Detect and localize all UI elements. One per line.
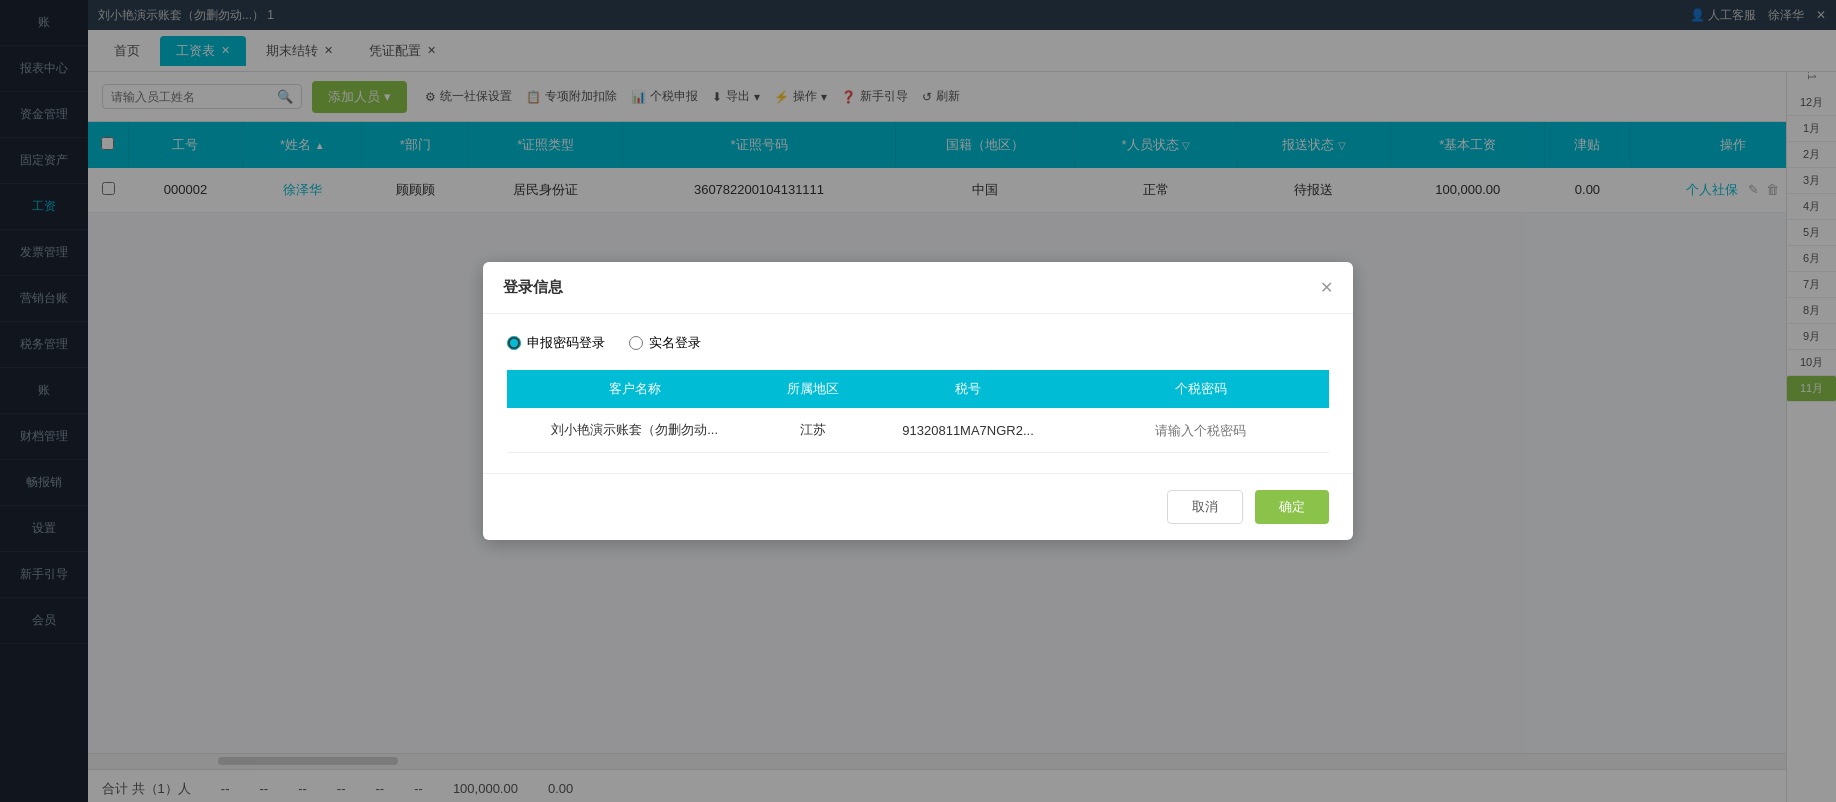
cell-client-name: 刘小艳演示账套（勿删勿动...: [507, 408, 762, 452]
inner-col-password: 个税密码: [1072, 370, 1329, 408]
login-info-row: 刘小艳演示账套（勿删勿动... 江苏 91320811MA7NGR2...: [507, 408, 1329, 452]
confirm-button[interactable]: 确定: [1255, 490, 1329, 524]
login-type-group: 申报密码登录 实名登录: [507, 334, 1329, 352]
login-dialog: 登录信息 ✕ 申报密码登录 实名登录 客户名称 所属地区: [483, 262, 1353, 540]
cell-tax-no: 91320811MA7NGR2...: [864, 408, 1072, 452]
cancel-button[interactable]: 取消: [1167, 490, 1243, 524]
dialog-close-button[interactable]: ✕: [1320, 278, 1333, 297]
dialog-overlay: 登录信息 ✕ 申报密码登录 实名登录 客户名称 所属地区: [0, 0, 1836, 802]
radio-password-login[interactable]: 申报密码登录: [507, 334, 605, 352]
dialog-footer: 取消 确定: [483, 473, 1353, 540]
inner-col-client: 客户名称: [507, 370, 762, 408]
radio-realname-login[interactable]: 实名登录: [629, 334, 701, 352]
dialog-title: 登录信息: [503, 278, 563, 297]
cell-region: 江苏: [762, 408, 864, 452]
dialog-body: 申报密码登录 实名登录 客户名称 所属地区 税号 个税密码: [483, 314, 1353, 473]
dialog-header: 登录信息 ✕: [483, 262, 1353, 314]
cell-tax-password[interactable]: [1072, 408, 1329, 452]
inner-col-taxno: 税号: [864, 370, 1072, 408]
login-info-table: 客户名称 所属地区 税号 个税密码 刘小艳演示账套（勿删勿动... 江苏 913…: [507, 370, 1329, 453]
tax-password-input[interactable]: [1084, 423, 1317, 438]
inner-col-region: 所属地区: [762, 370, 864, 408]
